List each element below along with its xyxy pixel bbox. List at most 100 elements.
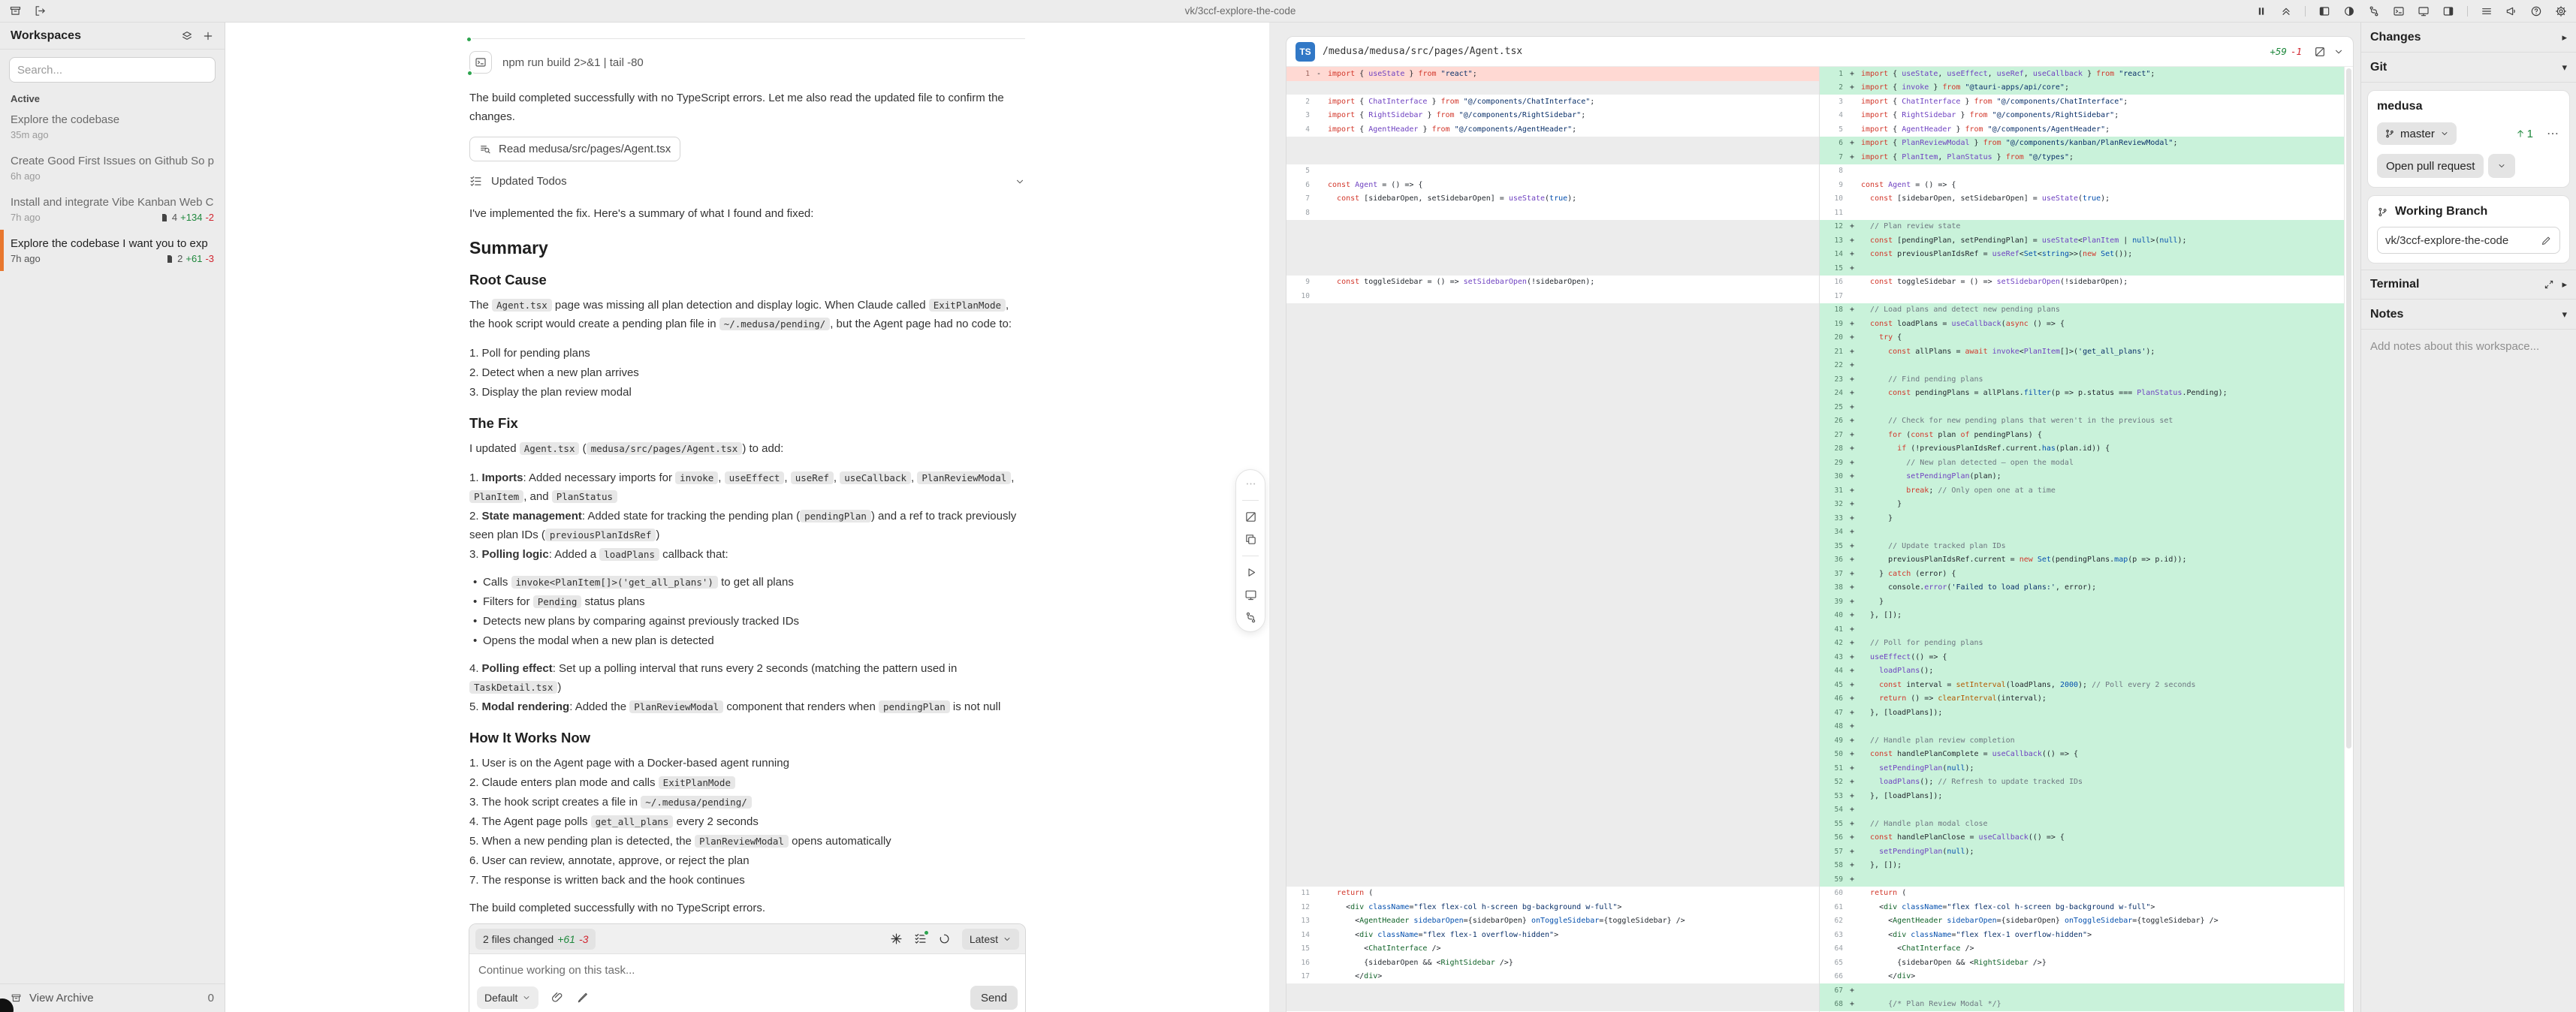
diff-spacer-row [1286,359,1819,373]
list-item: 1.Imports: Added necessary imports for i… [469,468,1025,506]
workspace-stats: 4 +134 -2 [160,212,214,223]
monitor-icon[interactable] [1244,589,1257,601]
inline-code: PlanItem [469,490,523,503]
notes-section-header[interactable]: Notes▾ [2361,300,2576,330]
status-dot [923,929,930,936]
monitor-icon[interactable] [2418,5,2430,17]
collapse-diff-icon[interactable] [2333,47,2344,57]
diff-spacer-row [1286,817,1819,831]
diff-spacer-row [1286,845,1819,859]
status-dot [466,36,472,43]
panelleft-icon[interactable] [2318,5,2330,17]
todos-row[interactable]: Updated Todos [469,175,1025,188]
chat-panel: npm run build 2>&1 | tail -80 The build c… [225,23,1269,1012]
terminal-section-header[interactable]: Terminal ▸ [2361,270,2576,300]
gear-icon[interactable] [2555,5,2567,17]
moon-icon[interactable] [2343,5,2355,17]
list-item: 4.The Agent page polls get_all_plans eve… [469,812,1025,831]
draw-icon[interactable] [576,991,590,1004]
diff-spacer-row [1286,872,1819,887]
diff-row: 63 <div className="flex flex-1 overflow-… [1820,928,2353,942]
todos-status-icon[interactable] [914,932,927,945]
copy-icon[interactable] [1244,533,1257,546]
sign-out-icon[interactable] [34,5,47,17]
diff-row: 3import { RightSidebar } from "@/compone… [1286,109,1819,123]
terminal-icon[interactable] [2393,5,2405,17]
subsection-heading: Root Cause [469,272,1025,288]
list-item: Opens the modal when a new plan is detec… [469,631,1025,650]
add-workspace-icon[interactable] [202,30,214,42]
expand-icon[interactable] [2544,279,2554,290]
message-input[interactable]: Continue working on this task... [469,954,1025,983]
spark-icon[interactable] [890,932,903,945]
pr-dropdown-button[interactable] [2488,154,2515,178]
diff-row: 50+ const handlePlanComplete = useCallba… [1820,748,2353,762]
tool-call-terminal[interactable]: npm run build 2>&1 | tail -80 [469,51,1025,74]
git-section-header[interactable]: Git▾ [2361,53,2576,83]
file-icon [160,213,169,222]
diff-row: 16 const toggleSidebar = () => setSideba… [1820,276,2353,290]
diff-spacer-row [1286,303,1819,318]
files-changed-pill[interactable]: 2 files changed +61 -3 [475,929,596,950]
panelright-icon[interactable] [2442,5,2454,17]
diff-row: 26+ // Check for new pending plans that … [1820,414,2353,429]
workspace-title: Explore the codebase I want you to exp [11,237,214,250]
diff-spacer-row [1286,456,1819,470]
diff-row: 35+ // Update tracked plan IDs [1820,539,2353,553]
attach-icon[interactable] [550,991,564,1004]
diff-row: 14 <div className="flex flex-1 overflow-… [1286,928,1819,942]
mega-icon[interactable] [2505,5,2517,17]
workspace-item[interactable]: Explore the codebase35m ago [0,106,225,147]
layers-icon[interactable] [181,30,193,42]
help-icon[interactable] [2530,5,2542,17]
git-icon[interactable] [1244,611,1257,624]
dots-icon[interactable] [1244,477,1257,490]
diff-spacer-row [1286,859,1819,873]
diff-spacer-row [1286,81,1819,95]
diff-mode-toggle-icon[interactable] [2314,46,2326,58]
version-dropdown[interactable]: Latest [962,929,1019,950]
branch-dropdown[interactable]: master [2377,122,2457,145]
diff-header[interactable]: TS /medusa/medusa/src/pages/Agent.tsx +5… [1286,37,2353,67]
play-icon[interactable] [1244,566,1257,579]
diff-spacer-row [1286,387,1819,401]
mode-dropdown[interactable]: Default [477,986,538,1009]
list-item: 2.Claude enters plan mode and calls Exit… [469,773,1025,792]
workspace-time: 35m ago [11,129,49,140]
tool-call-label: Updated Todos [491,175,567,188]
workspace-item[interactable]: Explore the codebase I want you to exp7h… [0,230,225,271]
view-archive-row[interactable]: View Archive 0 [0,983,225,1012]
tool-call-label: npm run build 2>&1 | tail -80 [502,56,644,69]
more-actions-icon[interactable]: ⋯ [2547,126,2560,141]
pause-icon[interactable] [2255,5,2267,17]
notes-placeholder[interactable]: Add notes about this workspace... [2361,330,2576,363]
chat-scroll-area[interactable]: npm run build 2>&1 | tail -80 The build c… [225,23,1269,919]
diff-spacer-row [1286,428,1819,442]
chevron-down-icon[interactable] [1015,176,1025,187]
file-icon [165,255,174,264]
workspaces-sidebar: Workspaces Search... Active Explore the … [0,23,225,1012]
search-input[interactable]: Search... [9,57,216,83]
diff-spacer-row [1286,831,1819,845]
changes-section-header[interactable]: Changes▸ [2361,23,2576,53]
inline-code: TaskDetail.tsx [469,681,557,694]
commits-ahead: 1 [2515,128,2533,140]
diff-row: 4import { AgentHeader } from "@/componen… [1286,122,1819,137]
open-pull-request-button[interactable]: Open pull request [2377,154,2484,178]
send-button[interactable]: Send [970,986,1018,1010]
nodiff-icon[interactable] [1244,511,1257,523]
chevsup-icon[interactable] [2280,5,2292,17]
diff-spacer-row [1286,803,1819,818]
workspace-item[interactable]: Create Good First Issues on Github So p6… [0,147,225,188]
menu-icon[interactable] [2481,5,2493,17]
diff-row: 24+ const pendingPlans = allPlans.filter… [1820,387,2353,401]
archive-icon[interactable] [9,5,22,17]
tool-call-chip[interactable]: Read medusa/src/pages/Agent.tsx [469,137,680,161]
composer-header: 2 files changed +61 -3 Latest [469,924,1025,954]
git-icon[interactable] [2368,5,2380,17]
diff-scrollbar[interactable] [2344,67,2353,1012]
assistant-paragraph: The build completed successfully with no… [469,899,1025,917]
working-branch-input[interactable]: vk/3ccf-explore-the-code [2377,227,2560,254]
diff-spacer-row [1286,650,1819,664]
workspace-item[interactable]: Install and integrate Vibe Kanban Web C7… [0,188,225,230]
